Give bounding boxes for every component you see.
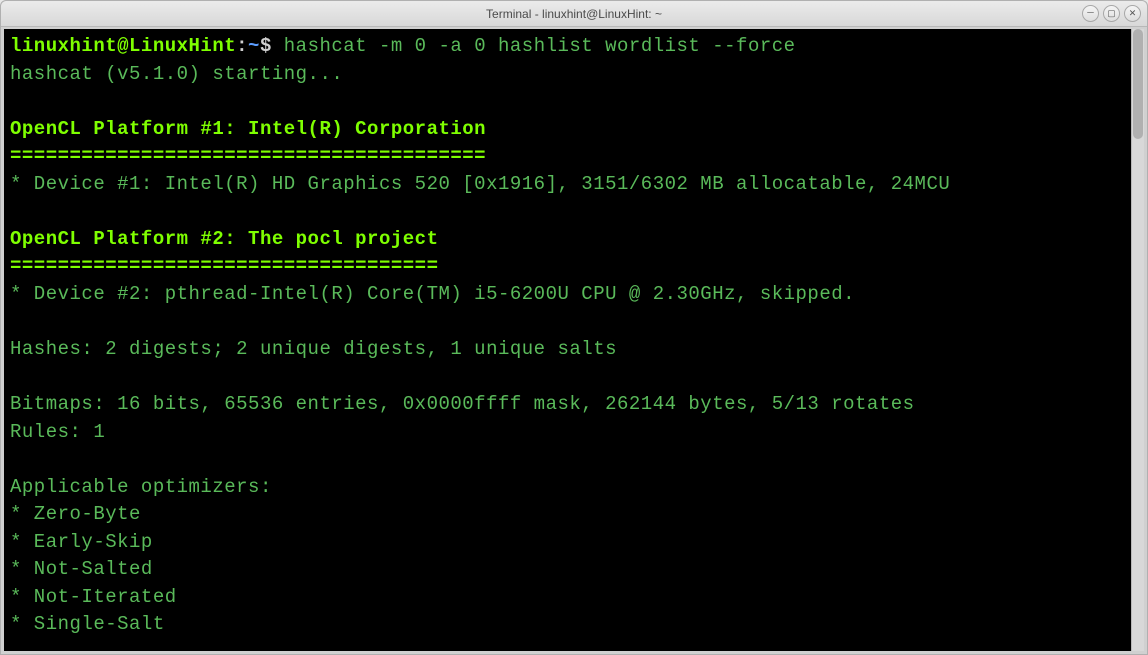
titlebar[interactable]: Terminal - linuxhint@LinuxHint: ~ － ▢ ✕ bbox=[1, 1, 1147, 27]
output-line: Rules: 1 bbox=[10, 421, 105, 443]
output-line: * Early-Skip bbox=[10, 531, 153, 553]
scrollbar-thumb[interactable] bbox=[1133, 29, 1143, 139]
output-line: Hashes: 2 digests; 2 unique digests, 1 u… bbox=[10, 338, 617, 360]
prompt-user-host: linuxhint@LinuxHint bbox=[10, 35, 236, 57]
close-button[interactable]: ✕ bbox=[1124, 5, 1141, 22]
output-line: ======================================== bbox=[10, 145, 486, 167]
output-line: Applicable optimizers: bbox=[10, 476, 272, 498]
prompt-path: ~ bbox=[248, 35, 260, 57]
output-line: * Single-Salt bbox=[10, 613, 165, 635]
minimize-button[interactable]: － bbox=[1082, 5, 1099, 22]
scrollbar[interactable] bbox=[1131, 29, 1144, 651]
command-text: hashcat -m 0 -a 0 hashlist wordlist --fo… bbox=[284, 35, 796, 57]
terminal-content[interactable]: linuxhint@LinuxHint:~$ hashcat -m 0 -a 0… bbox=[4, 29, 1131, 651]
maximize-button[interactable]: ▢ bbox=[1103, 5, 1120, 22]
output-line: * Zero-Byte bbox=[10, 503, 141, 525]
window-title: Terminal - linuxhint@LinuxHint: ~ bbox=[486, 7, 662, 21]
output-line: OpenCL Platform #1: Intel(R) Corporation bbox=[10, 118, 486, 140]
output-line: * Device #2: pthread-Intel(R) Core(TM) i… bbox=[10, 283, 855, 305]
window-controls: － ▢ ✕ bbox=[1082, 5, 1141, 22]
output-line: hashcat (v5.1.0) starting... bbox=[10, 63, 343, 85]
output-line: Bitmaps: 16 bits, 65536 entries, 0x0000f… bbox=[10, 393, 915, 415]
output-line: * Device #1: Intel(R) HD Graphics 520 [0… bbox=[10, 173, 950, 195]
terminal-window: Terminal - linuxhint@LinuxHint: ~ － ▢ ✕ … bbox=[0, 0, 1148, 655]
prompt-colon: : bbox=[236, 35, 248, 57]
output-line: * Not-Iterated bbox=[10, 586, 177, 608]
output-line: * Not-Salted bbox=[10, 558, 153, 580]
terminal-body: linuxhint@LinuxHint:~$ hashcat -m 0 -a 0… bbox=[1, 27, 1147, 654]
prompt-dollar: $ bbox=[260, 35, 284, 57]
output-line: OpenCL Platform #2: The pocl project bbox=[10, 228, 438, 250]
output-line: ==================================== bbox=[10, 255, 438, 277]
